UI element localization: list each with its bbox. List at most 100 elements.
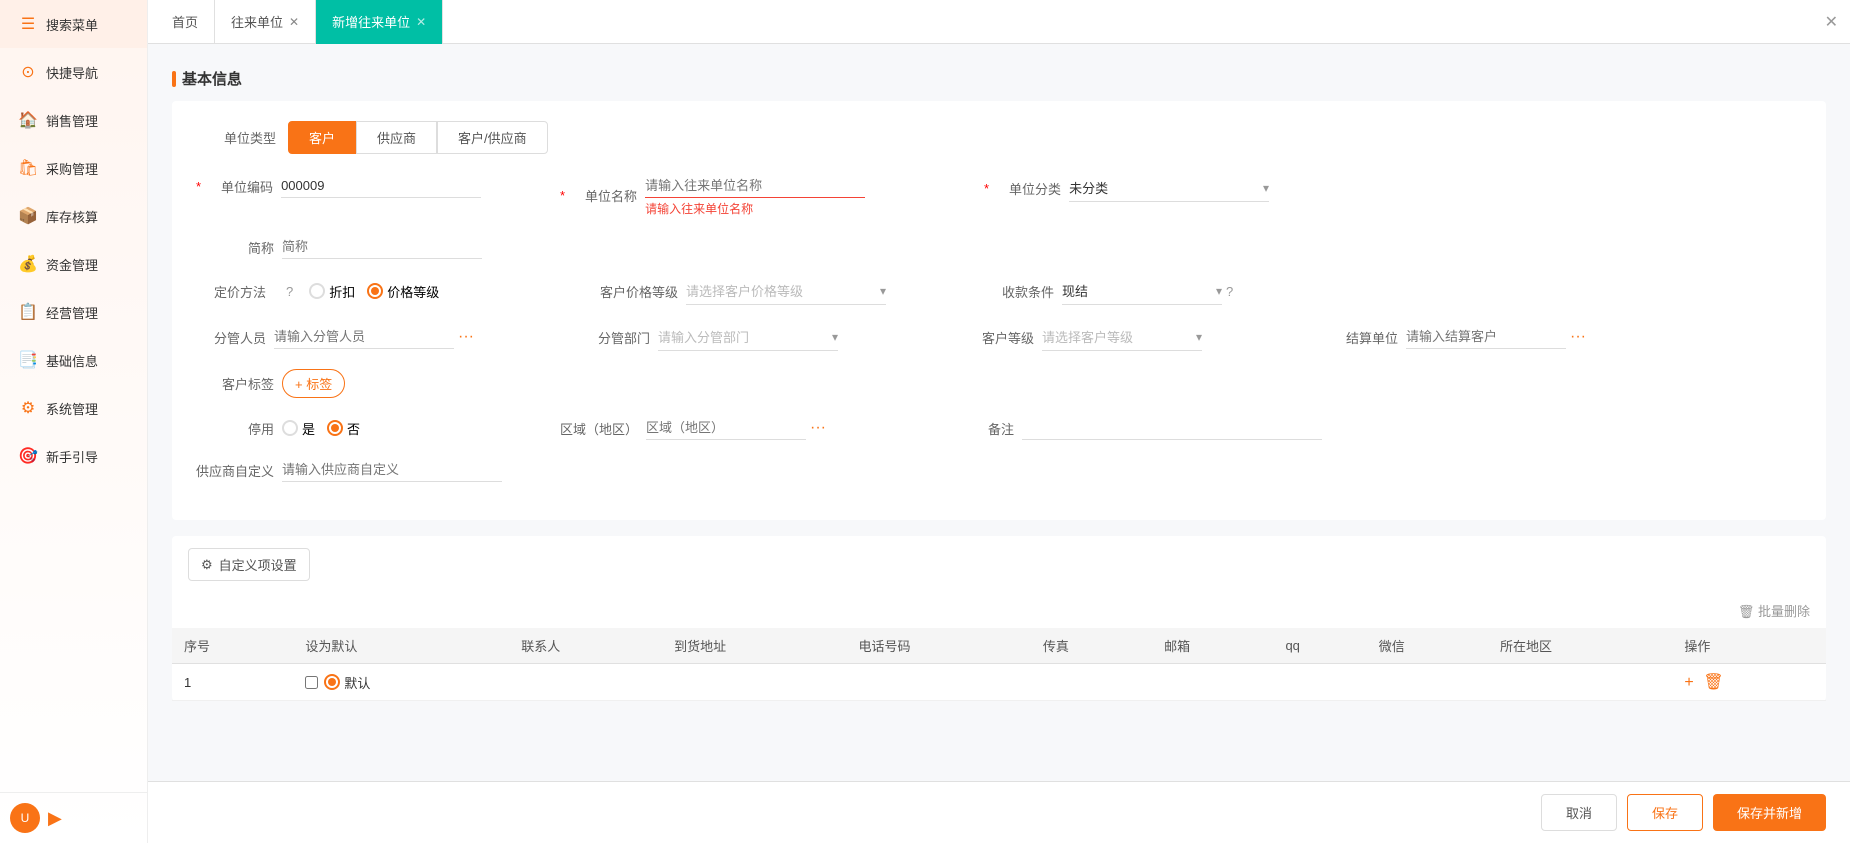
sidebar-label-purchase: 采购管理 <box>46 159 98 178</box>
cell-phone <box>846 664 1030 701</box>
avatar[interactable]: U <box>10 803 40 833</box>
row-delete-icon[interactable]: 🗑 <box>1703 674 1723 691</box>
type-btn-customer[interactable]: 客户 <box>288 121 356 154</box>
payment-terms-label: 收款条件 <box>984 282 1054 301</box>
sidebar-search[interactable]: ☰ 搜索菜单 <box>0 0 147 48</box>
supplier-custom-input[interactable] <box>282 458 502 482</box>
cell-qq <box>1273 664 1366 701</box>
cell-default-radio[interactable]: 默认 <box>324 673 370 692</box>
sidebar-item-guide[interactable]: 🎯 新手引导 <box>0 432 147 480</box>
region-more-icon[interactable]: ··· <box>810 419 826 437</box>
dept-chevron: ▾ <box>832 330 838 344</box>
radio-price-level[interactable]: 价格等级 <box>367 282 439 301</box>
col-fax: 传真 <box>1031 628 1152 664</box>
save-button[interactable]: 保存 <box>1627 794 1703 831</box>
cust-price-level-select[interactable]: 请选择客户价格等级 ▾ <box>686 277 886 305</box>
field-group-manager: 分管人员 ··· <box>196 325 556 349</box>
disabled-radio-group: 是 否 <box>282 419 360 438</box>
settlement-more-icon[interactable]: ··· <box>1570 328 1586 346</box>
unit-category-select[interactable]: 未分类 ▾ <box>1069 174 1269 202</box>
unit-name-input[interactable] <box>645 174 865 198</box>
region-input[interactable] <box>646 416 806 440</box>
radio-yes[interactable]: 是 <box>282 419 315 438</box>
basic-info-icon: 📑 <box>18 350 38 370</box>
sidebar-item-inventory[interactable]: 📦 库存核算 <box>0 192 147 240</box>
radio-no[interactable]: 否 <box>327 419 360 438</box>
cell-wechat <box>1367 664 1488 701</box>
batch-delete-button[interactable]: 🗑 批量删除 <box>1738 601 1810 620</box>
dept-select[interactable]: 请输入分管部门 ▾ <box>658 323 838 351</box>
unit-code-input[interactable] <box>281 174 481 198</box>
table-row: 1 默认 <box>172 664 1826 701</box>
col-contact: 联系人 <box>509 628 662 664</box>
form-row-disabled: 停用 是 否 区 <box>196 416 1802 440</box>
settlement-input[interactable] <box>1406 325 1566 349</box>
sidebar-label-quick-nav: 快捷导航 <box>46 63 98 82</box>
purchase-icon: 🛍 <box>18 158 38 178</box>
dept-label: 分管部门 <box>580 328 650 347</box>
sidebar-item-quick-nav[interactable]: ⊙ 快捷导航 <box>0 48 147 96</box>
batch-delete-label: 批量删除 <box>1758 604 1810 619</box>
col-default: 设为默认 <box>293 628 509 664</box>
sidebar-item-operations[interactable]: 📋 经营管理 <box>0 288 147 336</box>
radio-no-outer <box>327 420 343 436</box>
cancel-button[interactable]: 取消 <box>1541 794 1617 831</box>
field-group-cust-level: 客户等级 请选择客户等级 ▾ <box>964 323 1304 351</box>
tab-bar-close-button[interactable]: ✕ <box>1825 12 1838 32</box>
tab-new-unit-close[interactable]: ✕ <box>416 15 426 29</box>
unit-category-required-star: * <box>984 181 989 196</box>
bottom-bar: 取消 保存 保存并新增 <box>148 781 1850 843</box>
field-group-tags: 客户标签 + 标签 <box>196 369 1802 398</box>
sidebar-item-sales[interactable]: 🏠 销售管理 <box>0 96 147 144</box>
radio-discount-label: 折扣 <box>329 282 355 301</box>
radio-discount-outer <box>309 283 325 299</box>
custom-settings-button[interactable]: ⚙ 自定义项设置 <box>188 548 310 581</box>
cell-default: 默认 <box>293 664 509 701</box>
tab-unit-list[interactable]: 往来单位 ✕ <box>215 0 316 44</box>
pricing-label: 定价方法 <box>196 282 266 301</box>
type-btn-supplier[interactable]: 供应商 <box>356 121 437 154</box>
tab-home[interactable]: 首页 <box>156 0 215 44</box>
pricing-help-icon[interactable]: ? <box>286 284 293 299</box>
sidebar-item-purchase[interactable]: 🛍 采购管理 <box>0 144 147 192</box>
radio-yes-label: 是 <box>302 419 315 438</box>
sidebar-item-basic-info[interactable]: 📑 基础信息 <box>0 336 147 384</box>
add-tag-button[interactable]: + 标签 <box>282 369 345 398</box>
tab-unit-list-close[interactable]: ✕ <box>289 15 299 29</box>
sidebar-item-system[interactable]: ⚙ 系统管理 <box>0 384 147 432</box>
cust-level-select[interactable]: 请选择客户等级 ▾ <box>1042 323 1202 351</box>
manager-input[interactable] <box>274 325 454 349</box>
tab-bar: 首页 往来单位 ✕ 新增往来单位 ✕ ✕ <box>148 0 1850 44</box>
sales-icon: 🏠 <box>18 110 38 130</box>
expand-icon[interactable]: ▶ <box>48 808 62 829</box>
payment-terms-value: 现结 <box>1062 281 1212 300</box>
tab-unit-list-label: 往来单位 <box>231 12 283 31</box>
form-row-supplier-custom: 供应商自定义 <box>196 458 1802 482</box>
unit-name-required-star: * <box>560 188 565 203</box>
field-group-disabled: 停用 是 否 <box>196 419 536 438</box>
radio-discount[interactable]: 折扣 <box>309 282 355 301</box>
manager-more-icon[interactable]: ··· <box>458 328 474 346</box>
unit-category-chevron: ▾ <box>1263 181 1269 195</box>
type-btn-both[interactable]: 客户/供应商 <box>437 121 548 154</box>
cust-level-placeholder: 请选择客户等级 <box>1042 327 1192 346</box>
save-new-button[interactable]: 保存并新增 <box>1713 794 1826 831</box>
row-add-icon[interactable]: + <box>1684 674 1693 691</box>
abbrev-input[interactable] <box>282 235 482 259</box>
sidebar-item-finance[interactable]: 💰 资金管理 <box>0 240 147 288</box>
cell-default-label: 默认 <box>344 673 370 692</box>
payment-terms-select[interactable]: 现结 ▾ <box>1062 277 1222 305</box>
remarks-input[interactable] <box>1022 416 1322 440</box>
payment-terms-help-icon[interactable]: ? <box>1226 284 1233 299</box>
col-actions: 操作 <box>1672 628 1826 664</box>
sidebar-bottom: U ▶ <box>0 792 147 843</box>
sidebar-label-operations: 经营管理 <box>46 303 98 322</box>
search-icon: ☰ <box>18 14 38 34</box>
radio-no-inner <box>331 424 339 432</box>
tab-new-unit[interactable]: 新增往来单位 ✕ <box>316 0 443 44</box>
unit-name-error-msg: 请输入往来单位名称 <box>645 200 960 217</box>
cell-default-checkbox[interactable] <box>305 676 318 689</box>
region-label: 区域（地区） <box>560 419 638 438</box>
manager-label: 分管人员 <box>196 328 266 347</box>
col-wechat: 微信 <box>1367 628 1488 664</box>
